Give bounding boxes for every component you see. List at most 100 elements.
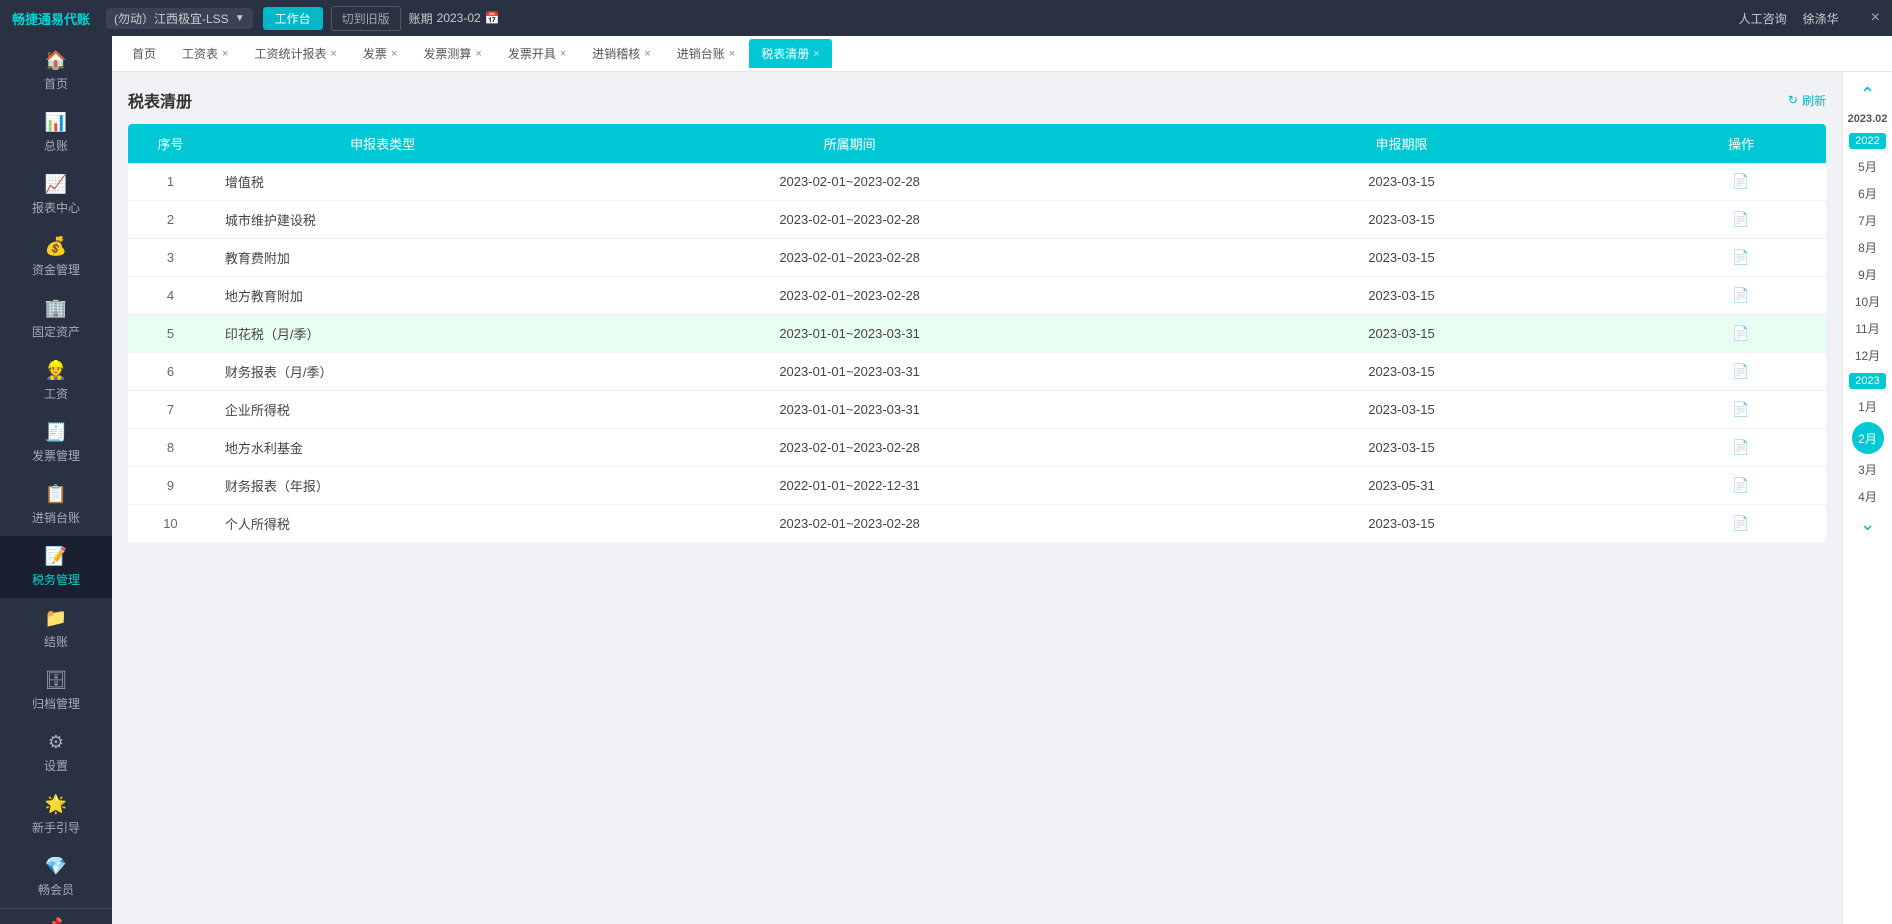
app-logo: 畅捷通易代账 (12, 9, 90, 28)
period-value: 2023-02 (437, 11, 481, 25)
workspace-button[interactable]: 工作台 (263, 7, 323, 30)
sidebar-item-tax[interactable]: 📝税务管理 (0, 536, 112, 598)
tab-close-salary[interactable]: × (222, 48, 228, 60)
tab-close-purchase_ledger[interactable]: × (729, 48, 735, 60)
period-label: 账期 (409, 10, 433, 27)
cal-month-8月[interactable]: 8月 (1848, 234, 1888, 261)
cell-type: 个人所得税 (213, 505, 553, 543)
tab-close-tax_register[interactable]: × (813, 48, 819, 60)
sidebar-item-report[interactable]: 📈报表中心 (0, 164, 112, 226)
tab-home[interactable]: 首页 (120, 39, 168, 68)
cell-type: 财务报表（年报） (213, 467, 553, 505)
cell-period: 2023-01-01~2023-03-31 (552, 391, 1146, 429)
action-icon[interactable]: 📄 (1732, 515, 1749, 531)
action-icon[interactable]: 📄 (1732, 439, 1749, 455)
table-row: 4 地方教育附加 2023-02-01~2023-02-28 2023-03-1… (128, 277, 1826, 315)
tab-close-invoice[interactable]: × (391, 48, 397, 60)
sidebar-label-home: 首页 (44, 75, 68, 92)
table-row: 2 城市维护建设税 2023-02-01~2023-02-28 2023-03-… (128, 201, 1826, 239)
cell-action: 📄 (1656, 239, 1826, 277)
table-row: 5 印花税（月/季） 2023-01-01~2023-03-31 2023-03… (128, 315, 1826, 353)
cal-month-curr-3月[interactable]: 3月 (1848, 456, 1888, 483)
tab-close-purchase_check[interactable]: × (644, 48, 650, 60)
cell-period: 2023-02-01~2023-02-28 (552, 163, 1146, 201)
calendar-icon[interactable]: 📅 (485, 11, 500, 25)
top-close-button[interactable]: × (1871, 9, 1880, 27)
period-display: 账期 2023-02 📅 (409, 10, 500, 27)
cal-month-6月[interactable]: 6月 (1848, 180, 1888, 207)
right-calendar: ⌃ 2023.02 20225月6月7月8月9月10月11月12月20231月2… (1842, 72, 1892, 924)
tab-invoice_open[interactable]: 发票开具× (496, 39, 578, 68)
guide-icon: 🌟 (45, 794, 67, 815)
cell-seq: 8 (128, 429, 213, 467)
tab-invoice_calc[interactable]: 发票测算 × (411, 39, 493, 68)
user-name[interactable]: 徐涤华 (1803, 10, 1839, 27)
sidebar-unpin-button[interactable]: 📌取消固定 (0, 908, 112, 924)
tab-salary_report[interactable]: 工资统计报表× (242, 39, 348, 68)
pin-icon: 📌 (49, 918, 63, 924)
old-version-button[interactable]: 切到旧版 (331, 6, 401, 31)
user-area: 人工咨询 徐涤华 × (1739, 9, 1880, 27)
sidebar-label-fund: 资金管理 (32, 261, 80, 278)
tab-close-invoice_calc[interactable]: × (475, 48, 481, 60)
cal-month-9月[interactable]: 9月 (1848, 261, 1888, 288)
refresh-icon: ↻ (1788, 93, 1798, 107)
cell-period: 2023-02-01~2023-02-28 (552, 201, 1146, 239)
cal-month-10月[interactable]: 10月 (1848, 288, 1888, 315)
tab-purchase_ledger[interactable]: 进销台账× (665, 39, 747, 68)
cell-period: 2023-01-01~2023-03-31 (552, 315, 1146, 353)
sidebar-item-vip[interactable]: 💎畅会员 (0, 846, 112, 908)
page-header: 税表清册 ↻ 刷新 (128, 88, 1826, 112)
action-icon[interactable]: 📄 (1732, 401, 1749, 417)
cell-action: 📄 (1656, 505, 1826, 543)
calendar-down-button[interactable]: ⌄ (1856, 510, 1879, 539)
cal-month-5月[interactable]: 5月 (1848, 153, 1888, 180)
tab-close-invoice_open[interactable]: × (560, 48, 566, 60)
sidebar-item-home[interactable]: 🏠 首页 (0, 40, 112, 102)
cal-month-curr-1月[interactable]: 1月 (1848, 393, 1888, 420)
action-icon[interactable]: 📄 (1732, 325, 1749, 341)
user-service[interactable]: 人工咨询 (1739, 10, 1787, 27)
cal-month-7月[interactable]: 7月 (1848, 207, 1888, 234)
tab-tax_register[interactable]: 税表清册× (749, 39, 831, 68)
action-icon[interactable]: 📄 (1732, 249, 1749, 265)
sidebar-item-settings[interactable]: ⚙设置 (0, 722, 112, 784)
sidebar-item-ledger[interactable]: 📊总账 (0, 102, 112, 164)
cell-type: 印花税（月/季） (213, 315, 553, 353)
cal-month-curr-2月[interactable]: 2月 (1852, 422, 1884, 454)
calendar-up-button[interactable]: ⌃ (1856, 80, 1879, 109)
action-icon[interactable]: 📄 (1732, 363, 1749, 379)
tab-close-salary_report[interactable]: × (330, 48, 336, 60)
sidebar-label-report: 报表中心 (32, 199, 80, 216)
sidebar-label-close: 结账 (44, 633, 68, 650)
action-icon[interactable]: 📄 (1732, 211, 1749, 227)
action-icon[interactable]: 📄 (1732, 477, 1749, 493)
close-icon: 📁 (45, 608, 67, 629)
sidebar-item-archive[interactable]: 🗄归档管理 (0, 660, 112, 722)
tab-purchase_check[interactable]: 进销稽核× (580, 39, 662, 68)
cell-deadline: 2023-03-15 (1147, 391, 1656, 429)
col-header-deadline: 申报期限 (1147, 124, 1656, 163)
refresh-button[interactable]: ↻ 刷新 (1788, 92, 1826, 109)
tab-label-invoice_calc: 发票测算 (423, 45, 471, 62)
cell-type: 财务报表（月/季） (213, 353, 553, 391)
tab-salary[interactable]: 工资表× (170, 39, 240, 68)
sidebar-item-fund[interactable]: 💰资金管理 (0, 226, 112, 288)
cal-month-11月[interactable]: 11月 (1848, 315, 1888, 342)
sidebar-item-salary[interactable]: 👷工资 (0, 350, 112, 412)
sidebar-item-guide[interactable]: 🌟新手引导 (0, 784, 112, 846)
cal-month-12月[interactable]: 12月 (1848, 342, 1888, 369)
cell-period: 2023-01-01~2023-03-31 (552, 353, 1146, 391)
cal-month-curr-4月[interactable]: 4月 (1848, 483, 1888, 510)
sidebar-item-purchase[interactable]: 📋进销台账 (0, 474, 112, 536)
action-icon[interactable]: 📄 (1732, 173, 1749, 189)
tab-invoice[interactable]: 发票× (351, 39, 409, 68)
cell-period: 2022-01-01~2022-12-31 (552, 467, 1146, 505)
company-selector[interactable]: (勿动）江西极宜-LSS ▼ (106, 8, 253, 29)
sidebar-item-invoice[interactable]: 🧾发票管理 (0, 412, 112, 474)
home-icon: 🏠 (45, 50, 67, 71)
action-icon[interactable]: 📄 (1732, 287, 1749, 303)
sidebar-item-close[interactable]: 📁 结账 (0, 598, 112, 660)
sidebar-item-fixed[interactable]: 🏢固定资产 (0, 288, 112, 350)
cell-action: 📄 (1656, 315, 1826, 353)
